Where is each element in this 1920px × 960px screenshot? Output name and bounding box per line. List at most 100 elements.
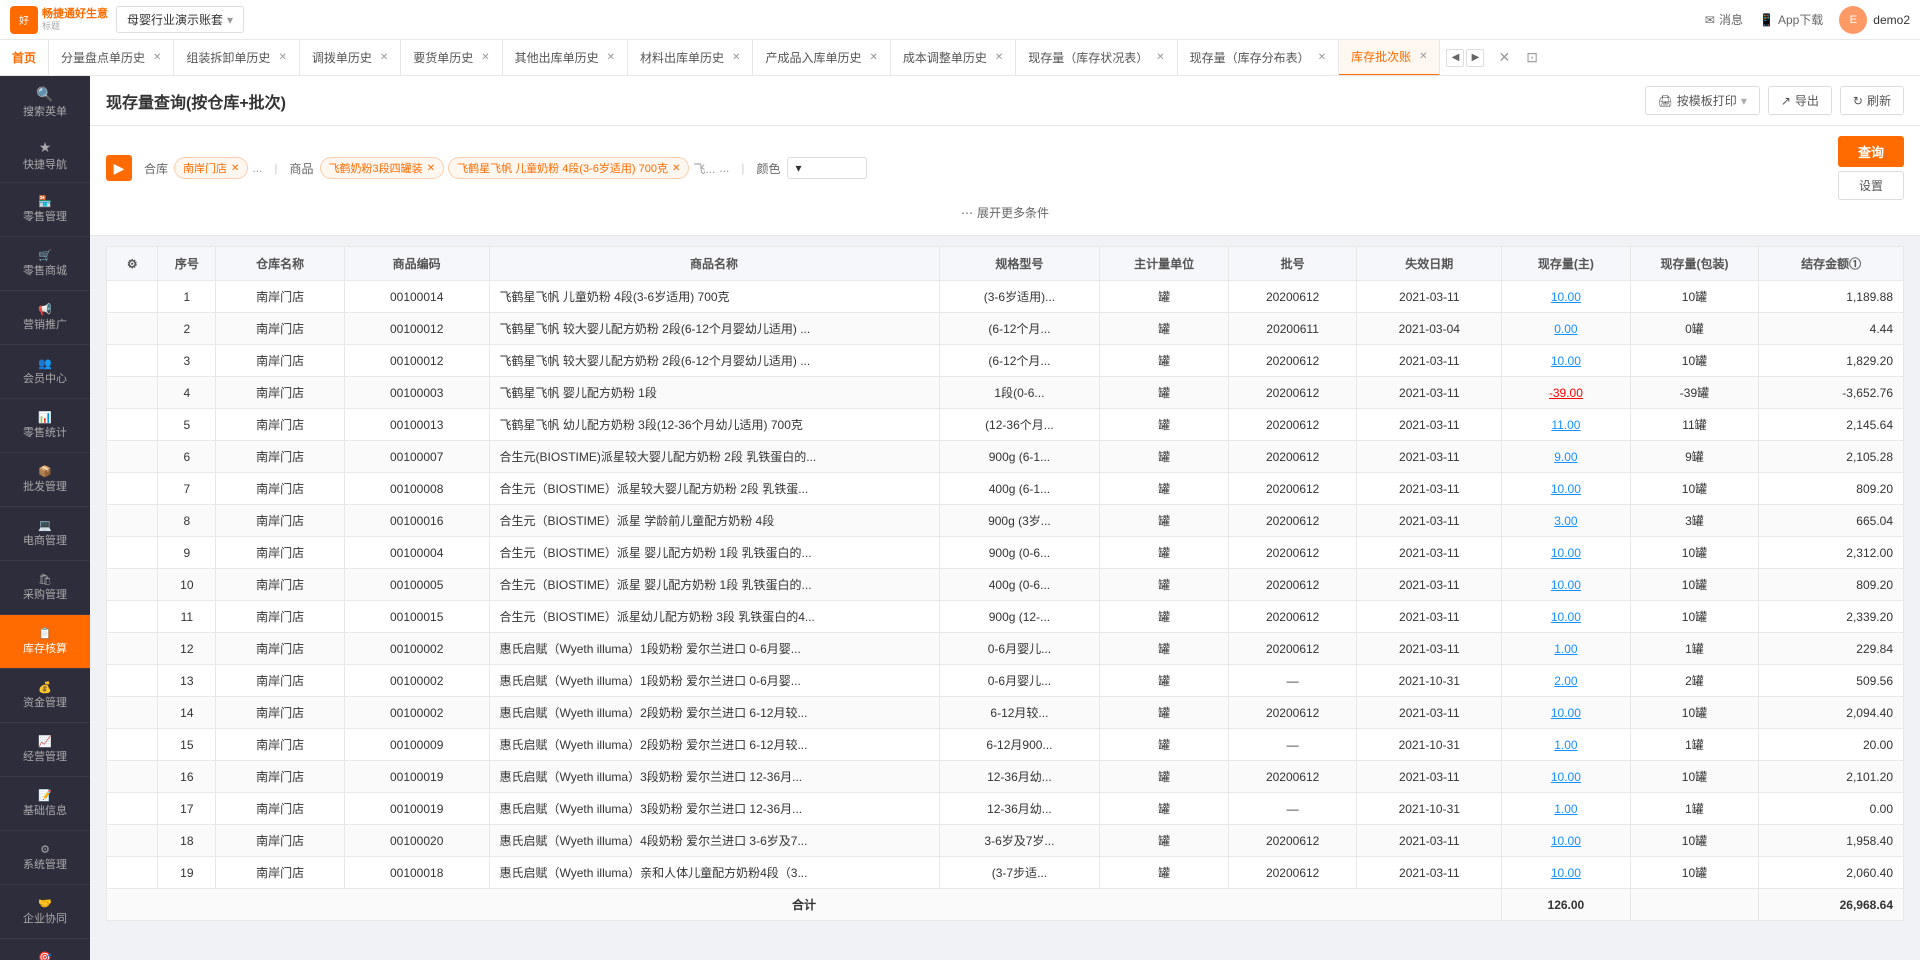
close-chancheng-icon[interactable]: ✕ [869,52,877,63]
print-button[interactable]: 🖨 按模板打印 ▾ [1645,86,1760,115]
close-xianzai2-icon[interactable]: ✕ [1318,52,1326,63]
cell-settings[interactable] [107,793,158,825]
close-qita-icon[interactable]: ✕ [607,52,615,63]
cell-stock-main[interactable]: 10.00 [1502,473,1631,505]
sidebar-item-wholesale[interactable]: 📦 批发管理 [0,453,90,507]
cell-settings[interactable] [107,377,158,409]
cell-settings[interactable] [107,633,158,665]
cell-settings[interactable] [107,857,158,889]
tab-tiaopo[interactable]: 调拨单历史 ✕ [300,40,401,76]
cell-settings[interactable] [107,761,158,793]
sidebar-item-quicknav[interactable]: ★ 快捷导航 [0,129,90,183]
sidebar-item-basics[interactable]: 📝 基础信息 [0,777,90,831]
cell-stock-main[interactable]: 1.00 [1502,793,1631,825]
close-tiaopo-icon[interactable]: ✕ [380,52,388,63]
warehouse-more[interactable]: ... [252,161,262,175]
sidebar-item-search[interactable]: 🔍 搜索英单 [0,76,90,129]
remove-product-tag-1-icon[interactable]: ✕ [427,163,435,174]
tab-yaohuo[interactable]: 要货单历史 ✕ [401,40,502,76]
sidebar-item-enterprise[interactable]: 🤝 企业协同 [0,885,90,939]
cell-stock-main[interactable]: 10.00 [1502,345,1631,377]
maximize-button[interactable]: ⊡ [1518,49,1546,66]
close-kupicici-icon[interactable]: ✕ [1419,51,1427,62]
cell-settings[interactable] [107,409,158,441]
close-chengben-icon[interactable]: ✕ [995,52,1003,63]
product-tag-1[interactable]: 飞鹤奶粉3段四罐装 ✕ [320,157,445,179]
tab-fenku[interactable]: 分量盘点单历史 ✕ [49,40,174,76]
tab-kupicici[interactable]: 库存批次账 ✕ [1339,40,1440,76]
close-all-tabs-button[interactable]: ✕ [1490,49,1518,66]
cell-stock-main[interactable]: 10.00 [1502,697,1631,729]
sidebar-item-members[interactable]: 👥 会员中心 [0,345,90,399]
cell-settings[interactable] [107,537,158,569]
remove-product-tag-2-icon[interactable]: ✕ [672,163,680,174]
query-button[interactable]: 查询 [1838,136,1904,167]
sidebar-item-marketing[interactable]: 📢 营销推广 [0,291,90,345]
cell-settings[interactable] [107,505,158,537]
col-settings[interactable]: ⚙ [107,247,158,281]
cell-settings[interactable] [107,697,158,729]
tab-qita[interactable]: 其他出库单历史 ✕ [503,40,628,76]
sidebar-item-ecommerce[interactable]: 💻 电商管理 [0,507,90,561]
sidebar-item-finance[interactable]: 💰 资金管理 [0,669,90,723]
sidebar-item-retailshop[interactable]: 🛒 零售商城 [0,237,90,291]
cell-settings[interactable] [107,313,158,345]
expand-more-button[interactable]: ⋯ 展开更多条件 [106,200,1904,225]
cell-settings[interactable] [107,281,158,313]
cell-stock-main[interactable]: 10.00 [1502,601,1631,633]
sidebar-item-purchase[interactable]: 🛍 采购管理 [0,561,90,615]
tab-home[interactable]: 首页 [0,40,49,76]
cell-settings[interactable] [107,569,158,601]
tab-next-arrow[interactable]: ▶ [1466,49,1484,67]
product-ellipsis[interactable]: ... [719,161,729,175]
tab-prev-arrow[interactable]: ◀ [1446,49,1464,67]
color-selector[interactable]: ▾ [787,157,867,179]
cell-stock-main[interactable]: 10.00 [1502,281,1631,313]
cell-stock-main[interactable]: 10.00 [1502,569,1631,601]
cell-stock-main[interactable]: 10.00 [1502,537,1631,569]
industry-selector[interactable]: 母婴行业演示账套 ▾ [116,6,244,33]
user-area[interactable]: E demo2 [1839,6,1910,34]
sidebar-item-retail[interactable]: 🏪 零售管理 [0,183,90,237]
filter-expand-button[interactable]: ▶ [106,155,132,181]
remove-warehouse-tag-icon[interactable]: ✕ [231,163,239,174]
message-button[interactable]: ✉ 消息 [1705,11,1743,28]
tab-zucai[interactable]: 组装拆卸单历史 ✕ [174,40,299,76]
cell-stock-main[interactable]: 10.00 [1502,761,1631,793]
close-yaohuo-icon[interactable]: ✕ [481,52,489,63]
cell-stock-main[interactable]: 1.00 [1502,633,1631,665]
cell-settings[interactable] [107,441,158,473]
close-fenku-icon[interactable]: ✕ [153,52,161,63]
cell-stock-main[interactable]: 11.00 [1502,409,1631,441]
cell-settings[interactable] [107,825,158,857]
app-download-button[interactable]: 📱 App下载 [1759,11,1823,28]
sidebar-item-system[interactable]: ⚙ 系统管理 [0,831,90,885]
tab-xianzai1[interactable]: 现存量（库存状况表） ✕ [1016,40,1177,76]
close-xianzai1-icon[interactable]: ✕ [1156,52,1164,63]
cell-stock-main[interactable]: 10.00 [1502,857,1631,889]
sidebar-item-operations[interactable]: 📈 经营管理 [0,723,90,777]
export-button[interactable]: ↗ 导出 [1768,86,1832,115]
cell-stock-main[interactable]: 1.00 [1502,729,1631,761]
cell-stock-main[interactable]: 3.00 [1502,505,1631,537]
close-cailiao-icon[interactable]: ✕ [732,52,740,63]
warehouse-tag[interactable]: 南岸门店 ✕ [174,157,248,179]
cell-settings[interactable] [107,729,158,761]
product-tag-2[interactable]: 飞鹤星飞帆 儿童奶粉 4段(3-6岁适用) 700克 ✕ [448,157,689,179]
cell-stock-main[interactable]: 9.00 [1502,441,1631,473]
tab-xianzai2[interactable]: 现存量（库存分布表） ✕ [1178,40,1339,76]
sidebar-item-stats[interactable]: 📊 零售统计 [0,399,90,453]
product-more[interactable]: 飞... [693,160,715,177]
cell-stock-main[interactable]: -39.00 [1502,377,1631,409]
refresh-button[interactable]: ↻ 刷新 [1840,86,1904,115]
settings-button[interactable]: 设置 [1838,171,1904,200]
cell-stock-main[interactable]: 2.00 [1502,665,1631,697]
tab-chancheng[interactable]: 产成品入库单历史 ✕ [753,40,890,76]
close-zucai-icon[interactable]: ✕ [278,52,286,63]
tab-cailiao[interactable]: 材料出库单历史 ✕ [628,40,753,76]
sidebar-item-inventory[interactable]: 📋 库存核算 [0,615,90,669]
cell-stock-main[interactable]: 10.00 [1502,825,1631,857]
cell-stock-main[interactable]: 0.00 [1502,313,1631,345]
cell-settings[interactable] [107,665,158,697]
tab-chengben[interactable]: 成本调整单历史 ✕ [891,40,1016,76]
